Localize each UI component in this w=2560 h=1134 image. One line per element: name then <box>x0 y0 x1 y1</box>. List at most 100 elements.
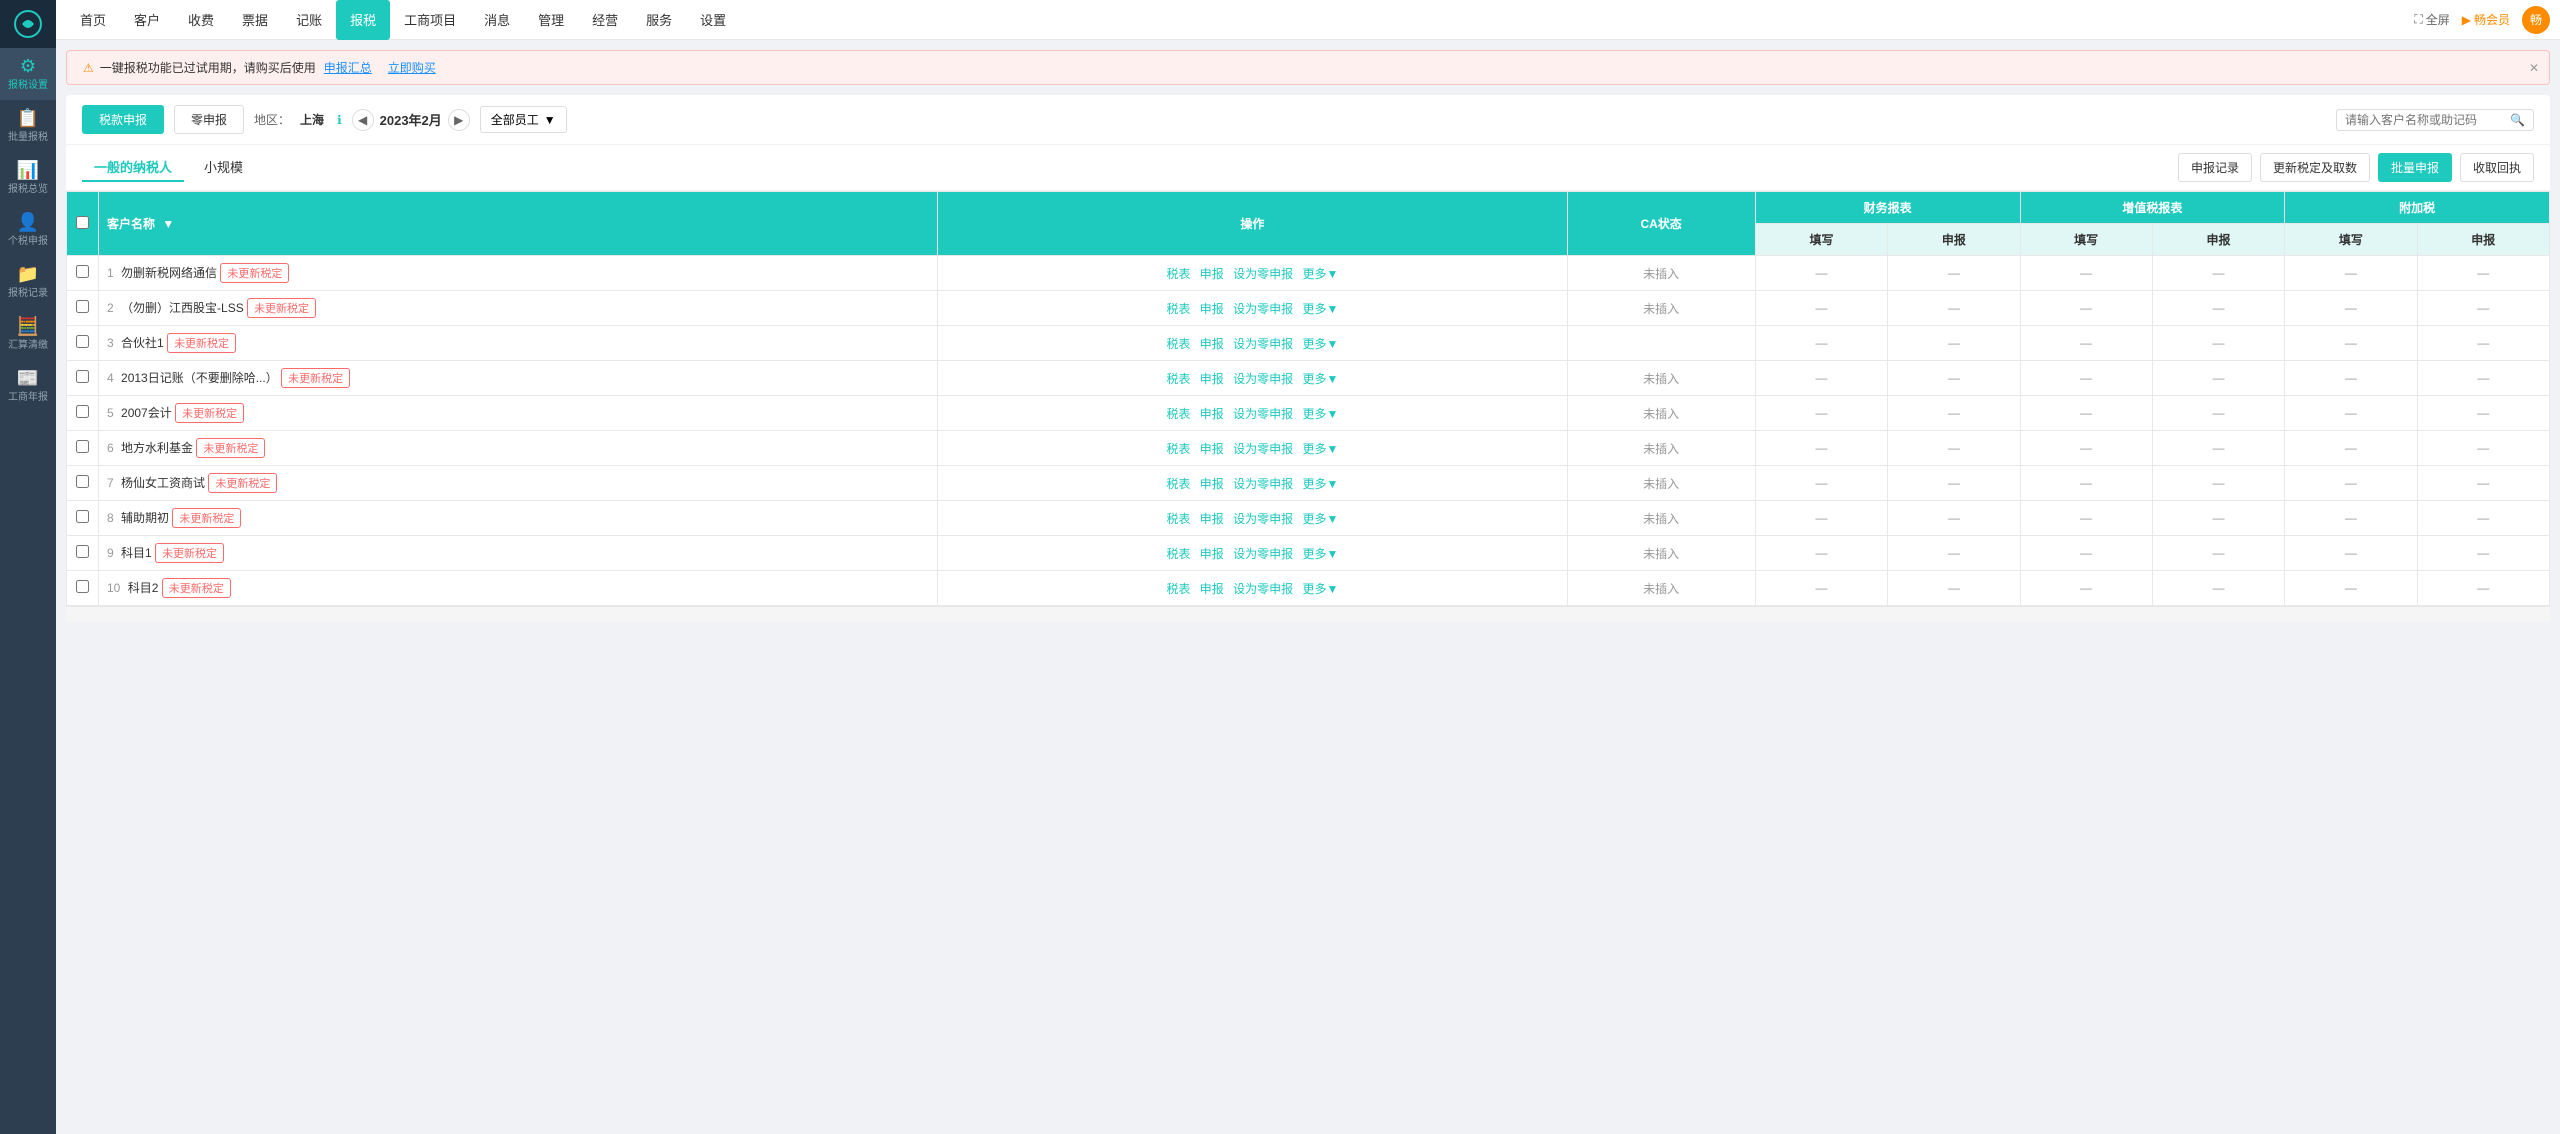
sidebar-item-tax-settings[interactable]: ⚙ 报税设置 <box>0 48 56 100</box>
nav-home[interactable]: 首页 <box>66 0 120 40</box>
nav-bills[interactable]: 票据 <box>228 0 282 40</box>
search-input[interactable] <box>2345 113 2505 127</box>
sidebar-item-personal-tax[interactable]: 👤 个税申报 <box>0 204 56 256</box>
row-op-zero-declare[interactable]: 设为零申报 <box>1233 407 1293 421</box>
row-op-declare[interactable]: 申报 <box>1200 407 1224 421</box>
select-all-checkbox[interactable] <box>76 216 89 229</box>
sidebar-label-tax-settings: 报税设置 <box>8 80 48 92</box>
row-checkbox <box>67 256 99 291</box>
row-op-zero-declare[interactable]: 设为零申报 <box>1233 302 1293 316</box>
batch-tax-icon: 📋 <box>17 108 39 129</box>
sidebar-item-tax-overview[interactable]: 📊 报税总览 <box>0 152 56 204</box>
declaration-records-button[interactable]: 申报记录 <box>2178 153 2252 182</box>
row-op-zero-declare[interactable]: 设为零申报 <box>1233 547 1293 561</box>
tab-general-taxpayer[interactable]: 一般的纳税人 <box>82 153 184 182</box>
row-select-checkbox[interactable] <box>76 405 89 418</box>
upgrade-button[interactable]: ▶ 畅会员 <box>2462 11 2510 28</box>
row-op-declare[interactable]: 申报 <box>1200 477 1224 491</box>
row-op-tax-form[interactable]: 税表 <box>1166 407 1190 421</box>
notice-link-summary[interactable]: 申报汇总 <box>324 59 372 76</box>
row-op-tax-form[interactable]: 税表 <box>1166 442 1190 456</box>
row-op-more[interactable]: 更多▼ <box>1303 372 1339 386</box>
row-op-zero-declare[interactable]: 设为零申报 <box>1233 267 1293 281</box>
row-op-more[interactable]: 更多▼ <box>1303 442 1339 456</box>
nav-tax[interactable]: 报税 <box>336 0 390 40</box>
row-select-checkbox[interactable] <box>76 440 89 453</box>
row-op-tax-form[interactable]: 税表 <box>1166 302 1190 316</box>
row-op-tax-form[interactable]: 税表 <box>1166 512 1190 526</box>
row-op-declare[interactable]: 申报 <box>1200 442 1224 456</box>
sidebar-item-calc-clear[interactable]: 🧮 汇算清缴 <box>0 308 56 360</box>
nav-settings[interactable]: 设置 <box>686 0 740 40</box>
row-op-zero-declare[interactable]: 设为零申报 <box>1233 477 1293 491</box>
row-op-tax-form[interactable]: 税表 <box>1166 267 1190 281</box>
row-checkbox <box>67 466 99 501</box>
row-op-declare[interactable]: 申报 <box>1200 372 1224 386</box>
row-ca-status: 未插入 <box>1567 291 1755 326</box>
row-op-zero-declare[interactable]: 设为零申报 <box>1233 582 1293 596</box>
nav-fees[interactable]: 收费 <box>174 0 228 40</box>
nav-client[interactable]: 客户 <box>120 0 174 40</box>
row-op-more[interactable]: 更多▼ <box>1303 407 1339 421</box>
row-op-declare[interactable]: 申报 <box>1200 267 1224 281</box>
nav-operation[interactable]: 经营 <box>578 0 632 40</box>
row-op-declare[interactable]: 申报 <box>1200 547 1224 561</box>
row-select-checkbox[interactable] <box>76 300 89 313</box>
notice-close-button[interactable]: ✕ <box>2529 61 2539 75</box>
row-op-more[interactable]: 更多▼ <box>1303 302 1339 316</box>
row-op-tax-form[interactable]: 税表 <box>1166 477 1190 491</box>
batch-declaration-button[interactable]: 批量申报 <box>2378 153 2452 182</box>
row-checkbox <box>67 326 99 361</box>
collect-receipt-button[interactable]: 收取回执 <box>2460 153 2534 182</box>
row-op-zero-declare[interactable]: 设为零申报 <box>1233 512 1293 526</box>
date-prev-button[interactable]: ◀ <box>352 109 374 131</box>
row-select-checkbox[interactable] <box>76 265 89 278</box>
fullscreen-button[interactable]: ⛶ 全屏 <box>2414 11 2449 28</box>
row-op-tax-form[interactable]: 税表 <box>1166 582 1190 596</box>
update-tax-button[interactable]: 更新税定及取数 <box>2260 153 2370 182</box>
row-op-zero-declare[interactable]: 设为零申报 <box>1233 372 1293 386</box>
row-op-declare[interactable]: 申报 <box>1200 337 1224 351</box>
row-op-more[interactable]: 更多▼ <box>1303 582 1339 596</box>
row-op-more[interactable]: 更多▼ <box>1303 267 1339 281</box>
nav-business[interactable]: 工商项目 <box>390 0 470 40</box>
table-wrap: 客户名称 ▼ 操作 CA状态 财务报表 增值税报表 附加税 填写 <box>66 191 2550 606</box>
row-select-checkbox[interactable] <box>76 335 89 348</box>
row-select-checkbox[interactable] <box>76 510 89 523</box>
notice-link-buy[interactable]: 立即购买 <box>388 59 436 76</box>
nav-accounting[interactable]: 记账 <box>282 0 336 40</box>
row-op-more[interactable]: 更多▼ <box>1303 547 1339 561</box>
user-avatar[interactable]: 畅 <box>2522 6 2550 34</box>
row-select-checkbox[interactable] <box>76 580 89 593</box>
row-op-declare[interactable]: 申报 <box>1200 582 1224 596</box>
row-operations: 税表 申报 设为零申报 更多▼ <box>938 361 1567 396</box>
row-op-more[interactable]: 更多▼ <box>1303 512 1339 526</box>
row-name-text: 勿删新税网络通信 <box>121 266 217 280</box>
row-op-more[interactable]: 更多▼ <box>1303 337 1339 351</box>
row-select-checkbox[interactable] <box>76 545 89 558</box>
row-op-zero-declare[interactable]: 设为零申报 <box>1233 337 1293 351</box>
sidebar-item-business-report[interactable]: 📰 工商年报 <box>0 360 56 412</box>
tab-tax-declaration[interactable]: 税款申报 <box>82 105 164 134</box>
row-op-declare[interactable]: 申报 <box>1200 512 1224 526</box>
row-select-checkbox[interactable] <box>76 370 89 383</box>
row-ca-status <box>1567 326 1755 361</box>
row-op-more[interactable]: 更多▼ <box>1303 477 1339 491</box>
tab-small-scale[interactable]: 小规模 <box>192 153 255 182</box>
nav-manage[interactable]: 管理 <box>524 0 578 40</box>
row-op-declare[interactable]: 申报 <box>1200 302 1224 316</box>
row-op-zero-declare[interactable]: 设为零申报 <box>1233 442 1293 456</box>
date-next-button[interactable]: ▶ <box>448 109 470 131</box>
tab-zero-declaration[interactable]: 零申报 <box>174 105 244 134</box>
table-row: 1 勿删新税网络通信 未更新税定 税表 申报 设为零申报 更多▼ 未插入 — —… <box>67 256 2550 291</box>
nav-service[interactable]: 服务 <box>632 0 686 40</box>
row-op-tax-form[interactable]: 税表 <box>1166 372 1190 386</box>
sidebar-item-tax-records[interactable]: 📁 报税记录 <box>0 256 56 308</box>
nav-messages[interactable]: 消息 <box>470 0 524 40</box>
row-op-tax-form[interactable]: 税表 <box>1166 337 1190 351</box>
row-op-tax-form[interactable]: 税表 <box>1166 547 1190 561</box>
sidebar-item-batch-tax[interactable]: 📋 批量报税 <box>0 100 56 152</box>
staff-select[interactable]: 全部员工 ▼ <box>480 106 567 133</box>
row-status-badge: 未更新税定 <box>172 508 241 528</box>
row-select-checkbox[interactable] <box>76 475 89 488</box>
